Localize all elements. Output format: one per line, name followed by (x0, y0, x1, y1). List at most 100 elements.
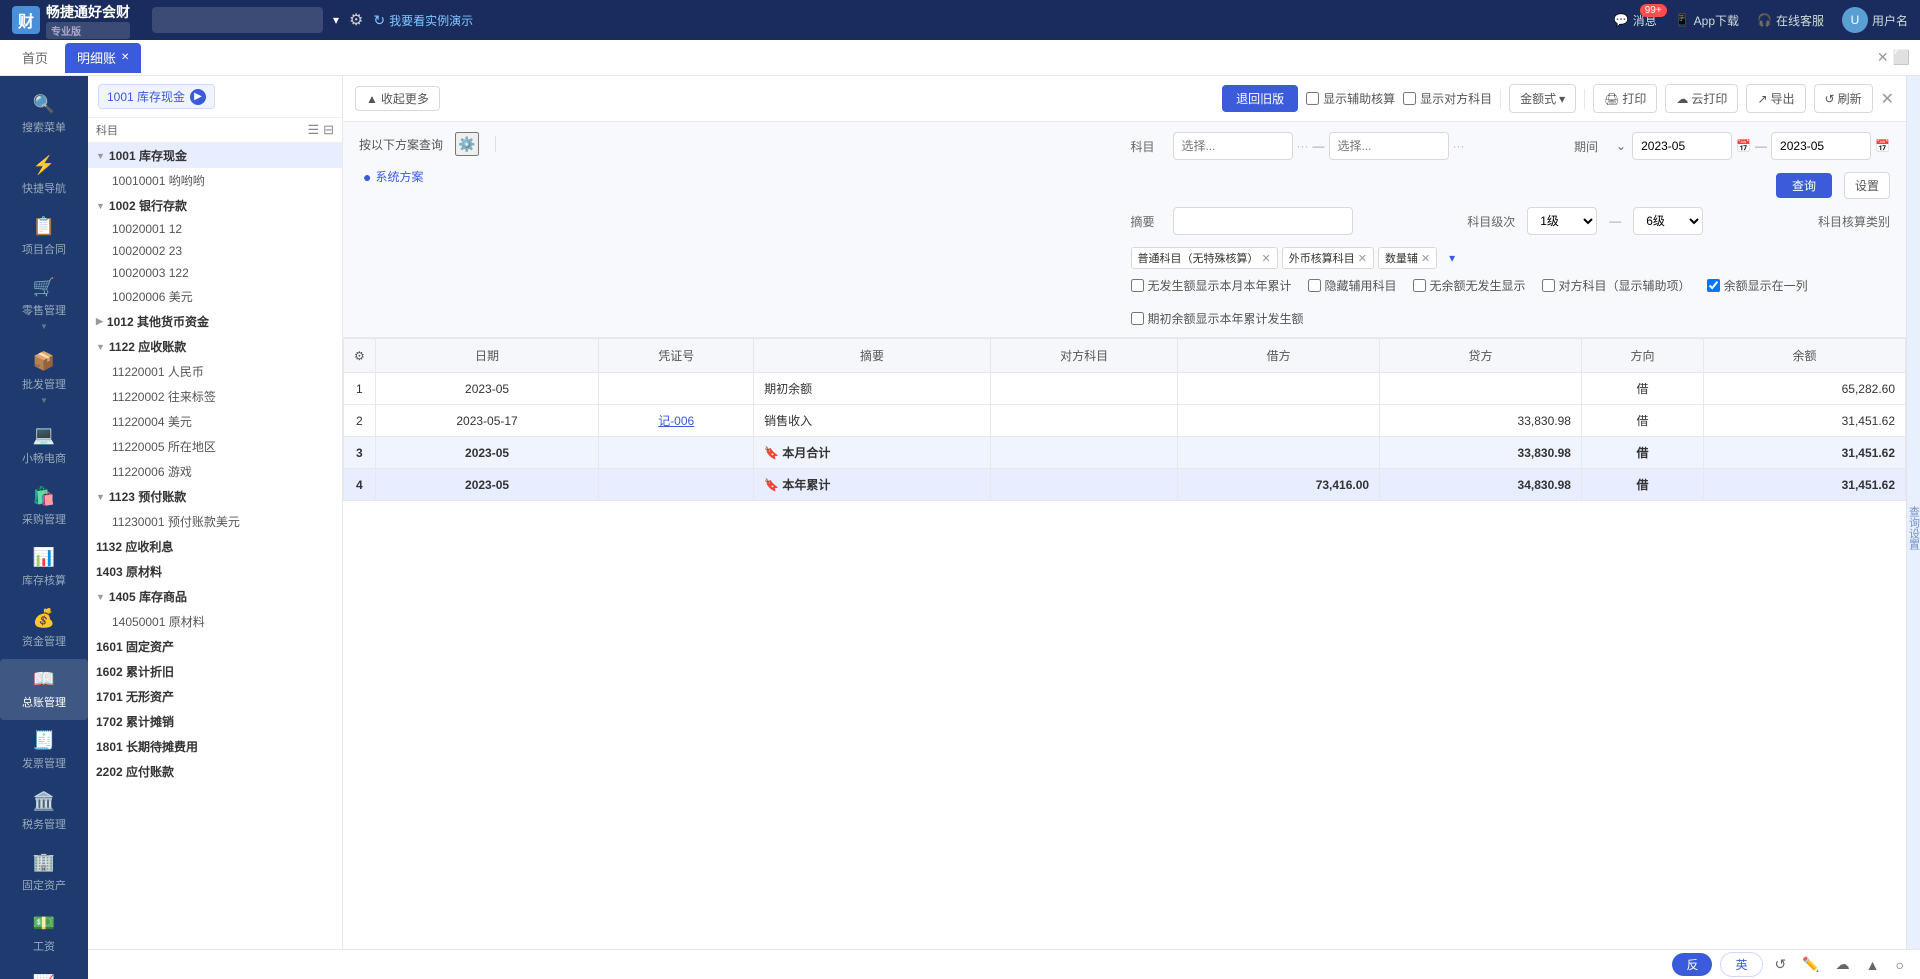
app-download-btn[interactable]: 📱 App下载 (1675, 12, 1739, 29)
level-to-select[interactable]: 6级 (1633, 207, 1703, 235)
opt-opposite-show[interactable]: 对方科目（显示辅助项） (1542, 277, 1691, 294)
tree-item-1602[interactable]: 1602 累计折旧 (88, 659, 342, 684)
print-btn[interactable]: 🖨 打印 (1593, 84, 1657, 113)
tree-item-1601[interactable]: 1601 固定资产 (88, 634, 342, 659)
show-opposite-checkbox[interactable]: 显示对方科目 (1403, 90, 1492, 107)
tree-item-1123[interactable]: ▼ 1123 预付账款 (88, 484, 342, 509)
sidebar-item-search[interactable]: 🔍 搜索菜单 (0, 84, 88, 145)
lang-btn[interactable]: 英 (1720, 952, 1762, 977)
opposite-show-input[interactable] (1542, 279, 1555, 292)
show-aux-checkbox[interactable]: 显示辅助核算 (1306, 90, 1395, 107)
message-btn[interactable]: 💬 消息 99+ (1614, 12, 1657, 29)
tree-item-11220005[interactable]: 11220005 所在地区 (88, 434, 342, 459)
period-start-input[interactable] (1632, 132, 1732, 160)
show-opposite-input[interactable] (1403, 92, 1416, 105)
balance-in-one-input[interactable] (1707, 279, 1720, 292)
expand-more-btn[interactable]: ▲ 收起更多 (355, 86, 440, 111)
tree-item-1702[interactable]: 1702 累计摊销 (88, 709, 342, 734)
row-voucher[interactable]: 记-006 (599, 405, 754, 437)
sidebar-item-quick-nav[interactable]: ⚡ 快捷导航 (0, 145, 88, 206)
opt-opening-balance[interactable]: 期初余额显示本年累计发生额 (1131, 310, 1304, 327)
tree-item-10020003[interactable]: 10020003 122 (88, 262, 342, 284)
tab-home[interactable]: 首页 (10, 43, 60, 73)
voucher-link[interactable]: 记-006 (658, 414, 694, 428)
no-balance-input[interactable] (1131, 279, 1144, 292)
tree-item-2202[interactable]: 2202 应付账款 (88, 759, 342, 784)
tree-item-10020002[interactable]: 10020002 23 (88, 240, 342, 262)
account-collapse-btn[interactable]: ⊟ (323, 122, 334, 138)
tree-item-11230001[interactable]: 11230001 预付账款美元 (88, 509, 342, 534)
tree-item-11220006[interactable]: 11220006 游戏 (88, 459, 342, 484)
opt-no-balance[interactable]: 无发生额显示本月本年累计 (1131, 277, 1292, 294)
tag-remove-btn[interactable]: ✕ (1262, 252, 1271, 265)
scheme-settings-btn[interactable]: ⚙️ (455, 132, 479, 156)
undo-btn[interactable]: ↺ (1771, 954, 1791, 975)
global-search-input[interactable] (152, 7, 323, 33)
sidebar-item-tax[interactable]: 🏛️ 税务管理 (0, 781, 88, 842)
side-collapse-tab[interactable]: 查询设置 (1906, 76, 1920, 979)
tree-item-1801[interactable]: 1801 长期待摊费用 (88, 734, 342, 759)
tree-item-1002[interactable]: ▼ 1002 银行存款 (88, 193, 342, 218)
tree-item-1132[interactable]: 1132 应收利息 (88, 534, 342, 559)
hide-aux-input[interactable] (1308, 279, 1321, 292)
tree-item-11220001[interactable]: 11220001 人民币 (88, 359, 342, 384)
close-panel-btn[interactable]: ✕ (1881, 89, 1894, 109)
tree-item-1012[interactable]: ▶ 1012 其他货币资金 (88, 309, 342, 334)
system-scheme[interactable]: ● 系统方案 (359, 164, 427, 189)
opening-balance-input[interactable] (1131, 312, 1144, 325)
show-aux-input[interactable] (1306, 92, 1319, 105)
tree-item-11220002[interactable]: 11220002 往来标签 (88, 384, 342, 409)
demo-link[interactable]: ↻ 我要看实例演示 (373, 12, 473, 29)
sidebar-item-retail[interactable]: 🛒 零售管理 ▼ (0, 267, 88, 341)
opt-hide-aux[interactable]: 隐藏辅用科目 (1308, 277, 1397, 294)
opt-balance-in-one[interactable]: 余额显示在一列 (1707, 277, 1808, 294)
account-list-view-btn[interactable]: ☰ (307, 122, 319, 138)
tag-remove-btn3[interactable]: ✕ (1421, 252, 1430, 265)
tree-item-11220004[interactable]: 11220004 美元 (88, 409, 342, 434)
sidebar-item-finance[interactable]: 💰 资金管理 (0, 598, 88, 659)
tab-detail[interactable]: 明细账 ✕ (65, 43, 141, 73)
summary-input[interactable] (1173, 207, 1353, 235)
opt-no-zero-balance[interactable]: 无余额无发生显示 (1413, 277, 1526, 294)
export-btn[interactable]: ↗ 导出 (1746, 84, 1805, 113)
tree-item-10020006[interactable]: 10020006 美元 (88, 284, 342, 309)
tab-close-icon[interactable]: ✕ (121, 52, 129, 63)
tree-item-1405[interactable]: ▼ 1405 库存商品 (88, 584, 342, 609)
sidebar-item-ecommerce[interactable]: 💻 小畅电商 (0, 415, 88, 476)
calendar-icon[interactable]: 📅 (1736, 139, 1751, 153)
return-old-btn[interactable]: 退回旧版 (1222, 85, 1298, 112)
refresh-btn[interactable]: ↺ 刷新 (1814, 84, 1873, 113)
sidebar-item-wholesale[interactable]: 📦 批发管理 ▼ (0, 341, 88, 415)
cloud-print-btn[interactable]: ☁ 云打印 (1665, 84, 1738, 113)
sidebar-item-ledger[interactable]: 📖 总账管理 (0, 659, 88, 720)
user-avatar[interactable]: U 用户名 (1842, 7, 1908, 33)
sidebar-item-invoice[interactable]: 🧾 发票管理 (0, 720, 88, 781)
tree-item-14050001[interactable]: 14050001 原材料 (88, 609, 342, 634)
level-from-select[interactable]: 1级 (1527, 207, 1597, 235)
calendar-icon2[interactable]: 📅 (1875, 139, 1890, 153)
period-end-input[interactable] (1771, 132, 1871, 160)
sidebar-item-inventory[interactable]: 📊 库存核算 (0, 537, 88, 598)
category-expand-icon[interactable]: ▾ (1449, 251, 1455, 265)
sync-btn[interactable]: ○ (1892, 955, 1908, 975)
tree-item-1403[interactable]: 1403 原材料 (88, 559, 342, 584)
format-btn[interactable]: 金额式 ▾ (1509, 84, 1576, 113)
no-zero-balance-input[interactable] (1413, 279, 1426, 292)
filter-settings-btn[interactable]: 设置 (1844, 172, 1890, 199)
feedback-btn[interactable]: 反 (1672, 953, 1712, 976)
sidebar-item-fixed-assets[interactable]: 🏢 固定资产 (0, 842, 88, 903)
upload-btn[interactable]: ▲ (1862, 955, 1884, 975)
sidebar-item-purchase[interactable]: 🛍️ 采购管理 (0, 476, 88, 537)
tab-maximize-btn[interactable]: ⬜ (1893, 49, 1910, 66)
tree-item-10020001[interactable]: 10020001 12 (88, 218, 342, 240)
subject-to-input[interactable] (1329, 132, 1449, 160)
tree-item-1122[interactable]: ▼ 1122 应收账款 (88, 334, 342, 359)
settings-gear-btn[interactable]: ⚙ (349, 10, 363, 30)
tree-item-10010001[interactable]: 10010001 哟哟哟 (88, 168, 342, 193)
search-dropdown-btn[interactable]: ▾ (333, 13, 339, 27)
tree-item-1701[interactable]: 1701 无形资产 (88, 684, 342, 709)
edit-btn[interactable]: ✏️ (1798, 954, 1823, 975)
tree-item-1001[interactable]: ▼ 1001 库存现金 (88, 143, 342, 168)
tab-close-window-btn[interactable]: ✕ (1877, 49, 1889, 66)
tag-remove-btn2[interactable]: ✕ (1358, 252, 1367, 265)
